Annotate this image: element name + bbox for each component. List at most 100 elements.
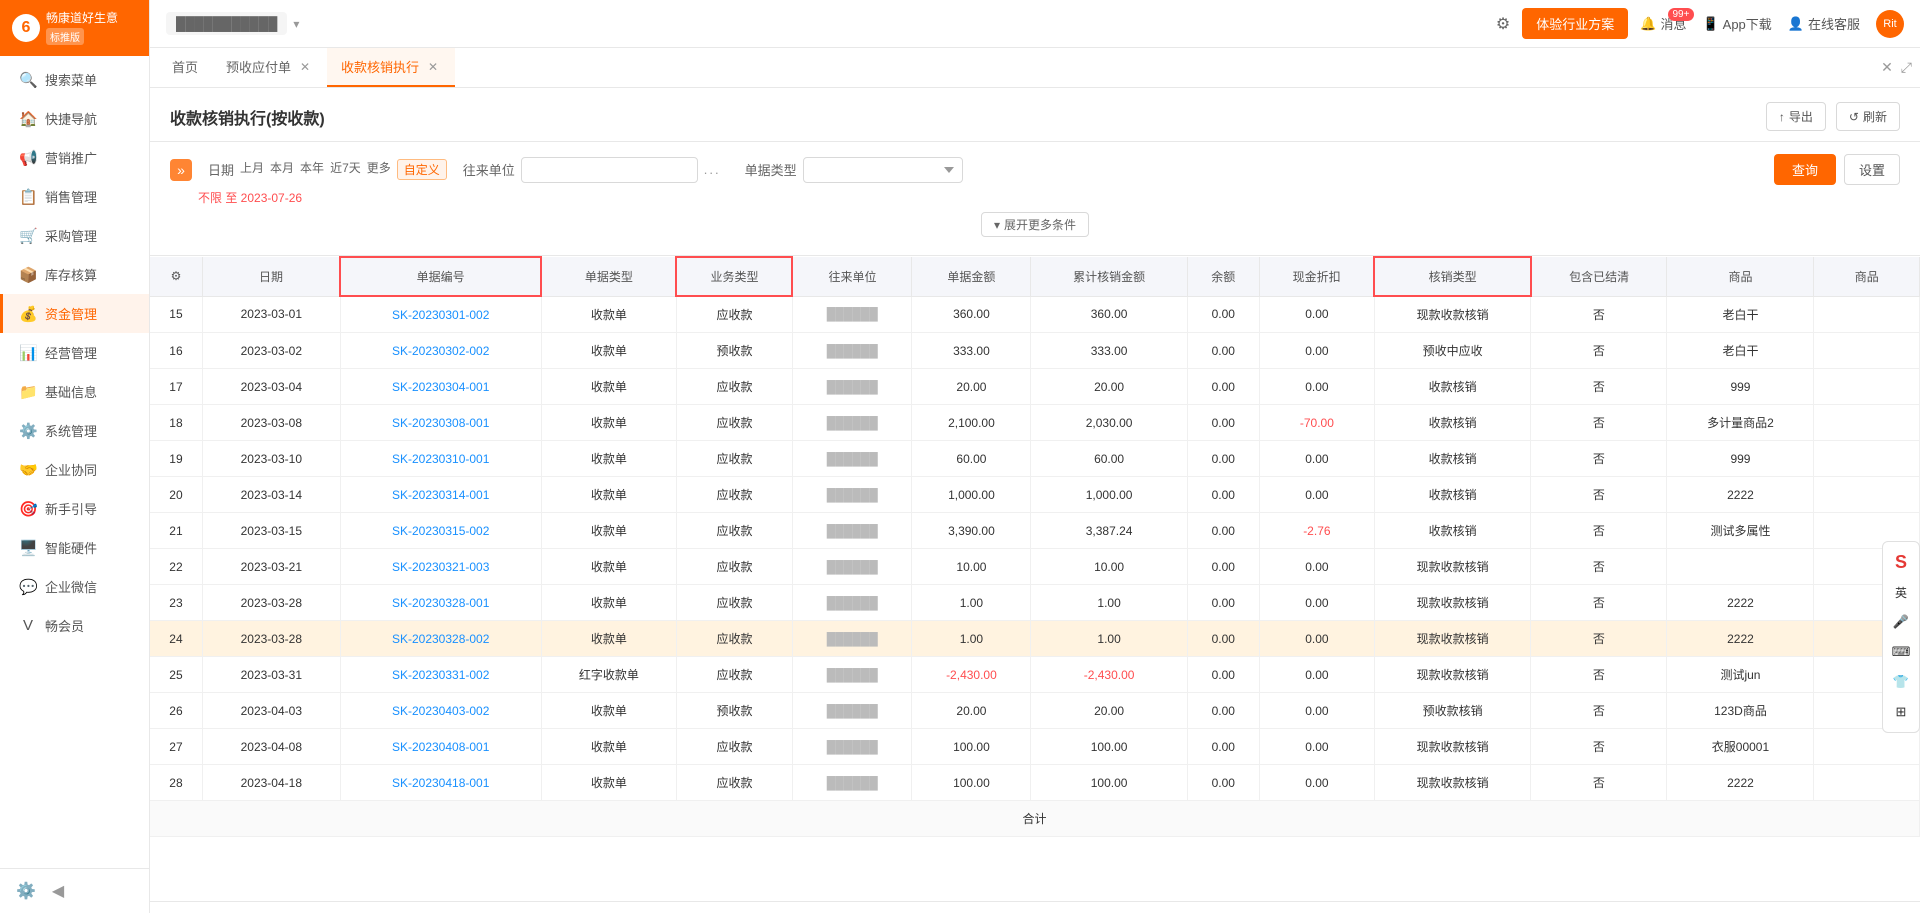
sidebar-item-marketing[interactable]: 📢 营销推广	[0, 138, 149, 177]
sidebar-item-member[interactable]: V 畅会员	[0, 606, 149, 645]
bill-no-link[interactable]: SK-20230304-001	[392, 380, 489, 394]
tab-expand-icon[interactable]: ⤢	[1901, 59, 1912, 76]
col-cancel-amount[interactable]: 累计核销金额	[1031, 257, 1187, 296]
bill-no-link[interactable]: SK-20230331-002	[392, 668, 489, 682]
bill-no-link[interactable]: SK-20230308-001	[392, 416, 489, 430]
cell-include-settled: 否	[1531, 477, 1667, 513]
col-include-settled[interactable]: 包含已结清	[1531, 257, 1667, 296]
filter-date-7days[interactable]: 近7天	[330, 159, 361, 180]
floating-english-icon[interactable]: 英	[1887, 578, 1915, 606]
sogou-s-icon[interactable]: S	[1887, 548, 1915, 576]
col-date[interactable]: 日期	[202, 257, 340, 296]
col-biz-type[interactable]: 业务类型	[676, 257, 792, 296]
col-product2[interactable]: 商品	[1814, 257, 1920, 296]
notification-button[interactable]: 🔔 消息 99+	[1640, 14, 1686, 33]
tab-close-all-icon[interactable]: ✕	[1881, 59, 1893, 76]
col-bill-no[interactable]: 单据编号	[340, 257, 541, 296]
sidebar-item-guide[interactable]: 🎯 新手引导	[0, 489, 149, 528]
col-partner[interactable]: 往来单位	[792, 257, 911, 296]
export-button[interactable]: ↑ 导出	[1766, 102, 1826, 131]
topbar-gear-icon[interactable]: ⚙	[1496, 14, 1510, 34]
sidebar-item-basic[interactable]: 📁 基础信息	[0, 372, 149, 411]
filter-date-options: 上月 本月 本年 近7天 更多 自定义	[240, 159, 447, 180]
cell-biz-type: 应收款	[676, 405, 792, 441]
sidebar-item-search[interactable]: 🔍 搜索菜单	[0, 60, 149, 99]
filter-collapse-button[interactable]: »	[170, 159, 192, 181]
col-amount[interactable]: 单据金额	[912, 257, 1031, 296]
tab-collection[interactable]: 收款核销执行 ✕	[327, 48, 455, 87]
hardware-icon: 🖥️	[19, 539, 37, 557]
workspace-selector[interactable]: ███████████ ▾	[166, 12, 1484, 35]
sidebar-settings-icon[interactable]: ⚙️	[16, 881, 36, 901]
col-product[interactable]: 商品	[1667, 257, 1814, 296]
cell-discount: 0.00	[1259, 765, 1374, 801]
bill-no-link[interactable]: SK-20230321-003	[392, 560, 489, 574]
filter-date-this-month[interactable]: 本月	[270, 159, 294, 180]
sidebar-item-quick[interactable]: 🏠 快捷导航	[0, 99, 149, 138]
cell-cancel-amount: 10.00	[1031, 549, 1187, 585]
col-discount[interactable]: 现金折扣	[1259, 257, 1374, 296]
sidebar-item-label: 经营管理	[45, 343, 97, 362]
filter-bill-type-select[interactable]	[803, 157, 963, 183]
tab-prepay-close-icon[interactable]: ✕	[297, 59, 313, 75]
bill-no-link[interactable]: SK-20230408-001	[392, 740, 489, 754]
sidebar-collapse-icon[interactable]: ◀	[52, 881, 64, 901]
floating-mic-icon[interactable]: 🎤	[1887, 608, 1915, 636]
bill-no-link[interactable]: SK-20230418-001	[392, 776, 489, 790]
filter-date-more[interactable]: 更多	[367, 159, 391, 180]
sidebar-item-label: 资金管理	[45, 304, 97, 323]
horizontal-scrollbar[interactable]	[150, 901, 1920, 913]
tab-collection-close-icon[interactable]: ✕	[425, 59, 441, 75]
app-download-button[interactable]: 📱 App下载	[1702, 14, 1771, 33]
refresh-button[interactable]: ↺ 刷新	[1836, 102, 1900, 131]
sidebar-bottom: ⚙️ ◀	[0, 868, 149, 913]
cell-biz-type: 应收款	[676, 585, 792, 621]
cell-include-settled: 否	[1531, 513, 1667, 549]
col-cancel-type[interactable]: 核销类型	[1374, 257, 1530, 296]
cell-no: 18	[150, 405, 202, 441]
export-icon: ↑	[1779, 110, 1785, 124]
bill-no-link[interactable]: SK-20230328-001	[392, 596, 489, 610]
sidebar-item-wechat[interactable]: 💬 企业微信	[0, 567, 149, 606]
query-button[interactable]: 查询	[1774, 154, 1836, 185]
filter-date-custom[interactable]: 自定义	[397, 159, 447, 180]
bill-no-link[interactable]: SK-20230315-002	[392, 524, 489, 538]
sidebar-item-purchase[interactable]: 🛒 采购管理	[0, 216, 149, 255]
sidebar-item-system[interactable]: ⚙️ 系统管理	[0, 411, 149, 450]
solution-button[interactable]: 体验行业方案	[1522, 8, 1628, 39]
sidebar-item-operation[interactable]: 📊 经营管理	[0, 333, 149, 372]
sidebar-item-hardware[interactable]: 🖥️ 智能硬件	[0, 528, 149, 567]
cell-cancel-amount: 360.00	[1031, 296, 1187, 333]
filter-date-this-year[interactable]: 本年	[300, 159, 324, 180]
cell-no: 23	[150, 585, 202, 621]
sidebar-item-finance[interactable]: 💰 资金管理	[0, 294, 149, 333]
col-settings[interactable]: ⚙	[150, 257, 202, 296]
bill-no-link[interactable]: SK-20230301-002	[392, 308, 489, 322]
settings-button[interactable]: 设置	[1844, 154, 1900, 185]
col-balance[interactable]: 余额	[1187, 257, 1259, 296]
table-row: 28 2023-04-18 SK-20230418-001 收款单 应收款 ██…	[150, 765, 1920, 801]
bill-no-link[interactable]: SK-20230403-002	[392, 704, 489, 718]
filter-date-last-month[interactable]: 上月	[240, 159, 264, 180]
bill-no-link[interactable]: SK-20230302-002	[392, 344, 489, 358]
filter-partner-input[interactable]	[521, 157, 698, 183]
online-service-button[interactable]: 👤 在线客服	[1788, 14, 1860, 33]
floating-keyboard-icon[interactable]: ⌨	[1887, 638, 1915, 666]
floating-shirt-icon[interactable]: 👕	[1887, 668, 1915, 696]
bill-no-link[interactable]: SK-20230328-002	[392, 632, 489, 646]
avatar[interactable]: Rit	[1876, 10, 1904, 38]
cell-partner: ██████	[792, 585, 911, 621]
floating-grid-icon[interactable]: ⊞	[1887, 698, 1915, 726]
cell-product2	[1814, 405, 1920, 441]
cell-amount: 2,100.00	[912, 405, 1031, 441]
expand-more-button[interactable]: ▾ 展开更多条件	[981, 212, 1089, 237]
tab-home[interactable]: 首页	[158, 48, 212, 87]
sidebar-item-inventory[interactable]: 📦 库存核算	[0, 255, 149, 294]
bill-no-link[interactable]: SK-20230314-001	[392, 488, 489, 502]
sidebar-item-corp[interactable]: 🤝 企业协同	[0, 450, 149, 489]
tab-prepay[interactable]: 预收应付单 ✕	[212, 48, 327, 87]
col-bill-type[interactable]: 单据类型	[541, 257, 676, 296]
cell-include-settled: 否	[1531, 585, 1667, 621]
sidebar-item-sales[interactable]: 📋 销售管理	[0, 177, 149, 216]
bill-no-link[interactable]: SK-20230310-001	[392, 452, 489, 466]
